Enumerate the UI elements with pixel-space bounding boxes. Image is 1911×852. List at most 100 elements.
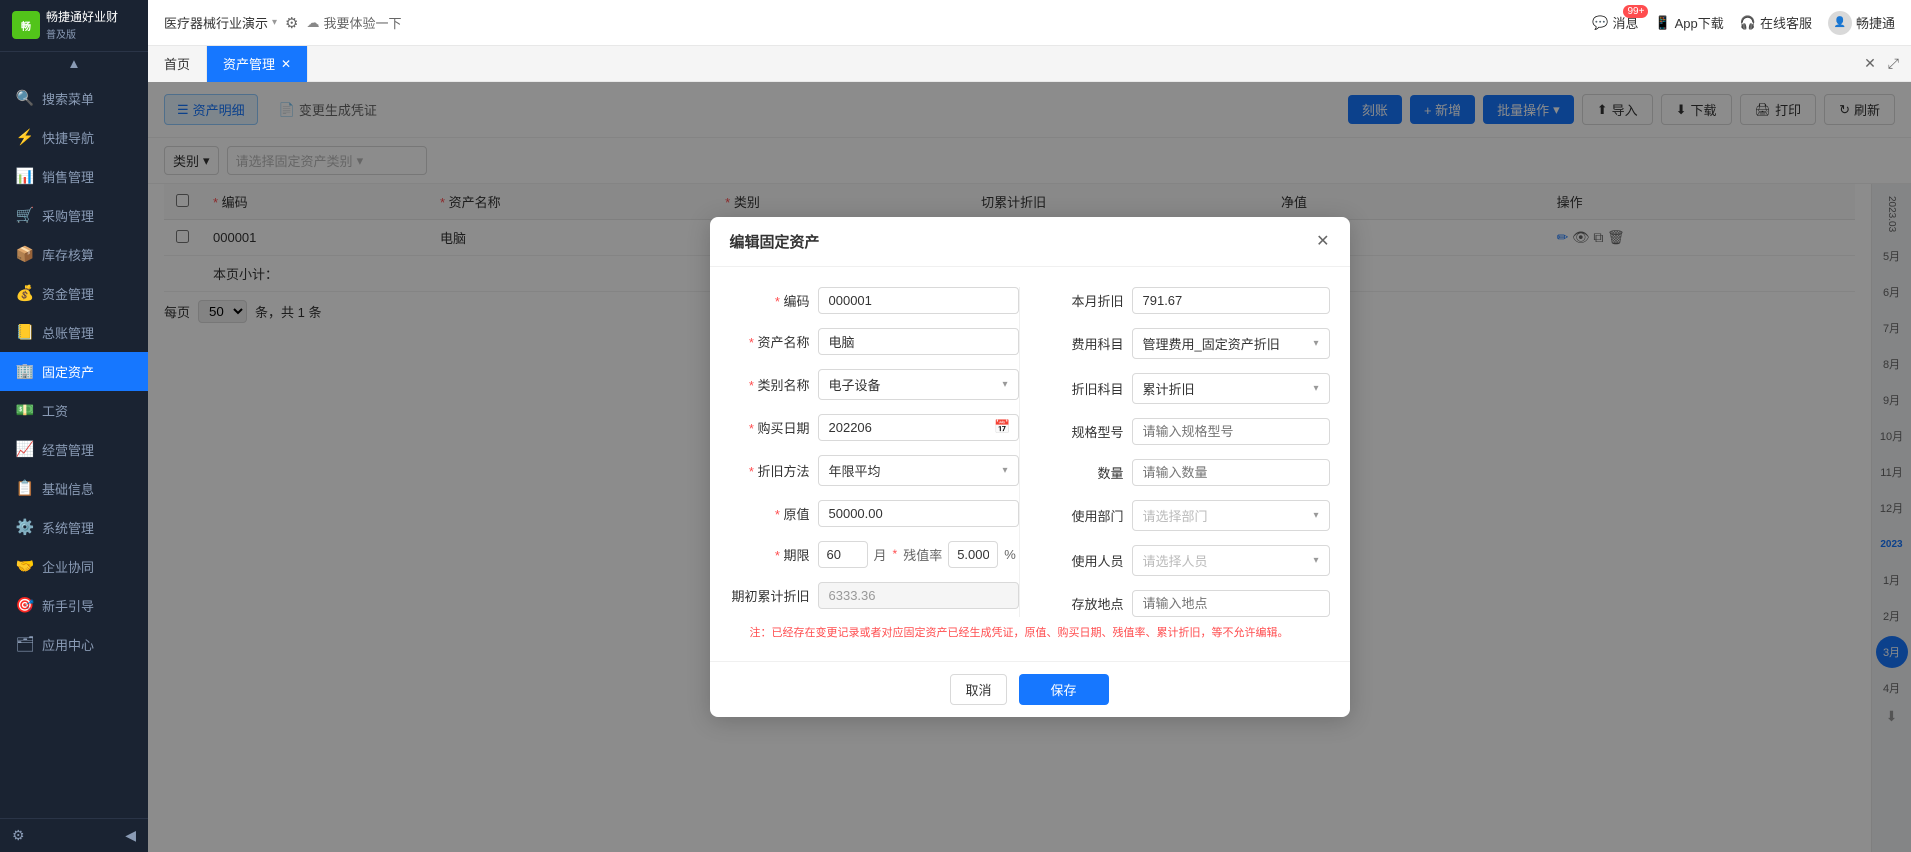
tab-asset-management[interactable]: 资产管理 ✕ bbox=[207, 46, 308, 82]
avatar: 👤 bbox=[1828, 11, 1852, 35]
sidebar-item-enterprise[interactable]: 🤝企业协同 bbox=[0, 547, 148, 586]
initial-depreciation-input bbox=[818, 582, 1019, 609]
spec-input[interactable] bbox=[1132, 418, 1330, 445]
residual-rate-input[interactable] bbox=[948, 541, 998, 568]
basic-info-icon: 📋 bbox=[16, 479, 34, 497]
company-selector[interactable]: 医疗器械行业演示 ▾ bbox=[164, 13, 277, 32]
sidebar-item-sales[interactable]: 📊 销售管理 bbox=[0, 157, 148, 196]
user-person-label: 使用人员 bbox=[1044, 551, 1124, 570]
online-service-btn[interactable]: 🎧 在线客服 bbox=[1740, 13, 1812, 32]
sidebar-item-operations[interactable]: 📈经营管理 bbox=[0, 430, 148, 469]
sidebar-item-fixed-assets[interactable]: 🏢 固定资产 bbox=[0, 352, 148, 391]
quantity-label: 数量 bbox=[1044, 463, 1124, 482]
operations-icon: 📈 bbox=[16, 440, 34, 458]
user-chevron-icon: ▾ bbox=[1313, 555, 1318, 566]
sidebar-item-payroll[interactable]: 💵工资 bbox=[0, 391, 148, 430]
original-value-input[interactable] bbox=[818, 500, 1019, 527]
sidebar-item-guide[interactable]: 🎯新手引导 bbox=[0, 586, 148, 625]
form-right-col: 本月折旧 费用科目 管理费用_固定资产折旧 ▾ bbox=[1019, 287, 1330, 617]
form-row-depreciation-method: 折旧方法 年限平均 ▾ bbox=[730, 455, 1019, 486]
sidebar-item-label: 工资 bbox=[42, 401, 68, 420]
online-service-label: 在线客服 bbox=[1760, 13, 1812, 32]
notification-btn[interactable]: 💬 消息 99+ bbox=[1592, 13, 1638, 32]
location-label: 存放地点 bbox=[1044, 594, 1124, 613]
dept-select[interactable]: 请选择部门 ▾ bbox=[1132, 500, 1330, 531]
asset-name-input[interactable] bbox=[818, 328, 1019, 355]
sidebar-item-quick-nav[interactable]: ⚡快捷导航 bbox=[0, 118, 148, 157]
sidebar-item-search[interactable]: 🔍搜索菜单 bbox=[0, 79, 148, 118]
quantity-input[interactable] bbox=[1132, 459, 1330, 486]
logo-title: 畅捷通好业财 bbox=[46, 10, 118, 26]
experience-btn[interactable]: ☁ 我要体验一下 bbox=[307, 13, 402, 32]
sidebar-item-inventory[interactable]: 📦库存核算 bbox=[0, 235, 148, 274]
logo-edition: 普及版 bbox=[46, 26, 118, 41]
save-button[interactable]: 保存 bbox=[1019, 674, 1109, 705]
user-person-select[interactable]: 请选择人员 ▾ bbox=[1132, 545, 1330, 576]
collapse-btn[interactable]: ◀ bbox=[125, 827, 136, 844]
category-select[interactable]: 电子设备 ▾ bbox=[818, 369, 1019, 400]
depreciation-method-select[interactable]: 年限平均 ▾ bbox=[818, 455, 1019, 486]
form-row-dep-subject: 折旧科目 累计折旧 ▾ bbox=[1044, 373, 1330, 404]
tab-close-window-btn[interactable]: ✕ bbox=[1860, 51, 1880, 76]
tab-close-btn[interactable]: ✕ bbox=[281, 57, 291, 71]
app-download-label: App下载 bbox=[1675, 13, 1724, 32]
form-row-user-person: 使用人员 请选择人员 ▾ bbox=[1044, 545, 1330, 576]
residual-rate-label: 残值率 bbox=[903, 545, 942, 564]
dep-subject-chevron-icon: ▾ bbox=[1313, 383, 1318, 394]
search-icon: 🔍 bbox=[16, 89, 34, 107]
sidebar-item-label: 总账管理 bbox=[42, 323, 94, 342]
tab-home[interactable]: 首页 bbox=[148, 46, 207, 82]
category-value: 电子设备 bbox=[829, 375, 881, 394]
tab-expand-btn[interactable]: ⤢ bbox=[1884, 51, 1903, 76]
sidebar-item-basic-info[interactable]: 📋基础信息 bbox=[0, 469, 148, 508]
sidebar-item-purchase[interactable]: 🛒采购管理 bbox=[0, 196, 148, 235]
form-row-initial-depreciation: 期初累计折旧 bbox=[730, 582, 1019, 609]
purchase-date-input[interactable] bbox=[818, 414, 1019, 441]
main-area: 医疗器械行业演示 ▾ ⚙ ☁ 我要体验一下 💬 消息 99+ 📱 App下载 🎧… bbox=[148, 0, 1911, 852]
form-grid: 编码 资产名称 类别名称 bbox=[730, 287, 1330, 617]
form-row-purchase-date: 购买日期 📅 bbox=[730, 414, 1019, 441]
depreciation-method-label: 折旧方法 bbox=[730, 461, 810, 480]
form-row-original-value: 原值 bbox=[730, 500, 1019, 527]
dep-subject-select[interactable]: 累计折旧 ▾ bbox=[1132, 373, 1330, 404]
location-input[interactable] bbox=[1132, 590, 1330, 617]
form-row-period: 期限 月 * 残值率 % bbox=[730, 541, 1019, 568]
topbar-settings-btn[interactable]: ⚙ bbox=[285, 14, 298, 32]
sidebar-footer: ⚙ ◀ bbox=[0, 818, 148, 852]
dep-subject-label: 折旧科目 bbox=[1044, 379, 1124, 398]
app-download-btn[interactable]: 📱 App下载 bbox=[1654, 13, 1723, 32]
sidebar-scroll-up[interactable]: ▲ bbox=[0, 52, 148, 75]
modal-overlay: 编辑固定资产 ✕ 编码 bbox=[148, 82, 1911, 852]
modal-close-btn[interactable]: ✕ bbox=[1316, 231, 1329, 251]
sales-icon: 📊 bbox=[16, 167, 34, 185]
sidebar-item-app-center[interactable]: 🗂应用中心 bbox=[0, 625, 148, 664]
dept-placeholder: 请选择部门 bbox=[1143, 506, 1208, 525]
sidebar-item-label: 固定资产 bbox=[42, 362, 94, 381]
sidebar-item-label: 采购管理 bbox=[42, 206, 94, 225]
cloud-icon: ☁ bbox=[307, 15, 320, 31]
app-center-icon: 🗂 bbox=[16, 635, 34, 653]
code-label: 编码 bbox=[730, 291, 810, 310]
category-label: 类别名称 bbox=[730, 375, 810, 394]
fixed-assets-icon: 🏢 bbox=[16, 362, 34, 380]
sidebar-item-label: 销售管理 bbox=[42, 167, 94, 186]
inventory-icon: 📦 bbox=[16, 245, 34, 263]
expense-subject-value: 管理费用_固定资产折旧 bbox=[1143, 334, 1280, 353]
sidebar-item-finance[interactable]: 💰资金管理 bbox=[0, 274, 148, 313]
code-input[interactable] bbox=[818, 287, 1019, 314]
sidebar-header: 畅 畅捷通好业财 普及版 bbox=[0, 0, 148, 52]
expense-subject-select[interactable]: 管理费用_固定资产折旧 ▾ bbox=[1132, 328, 1330, 359]
user-name: 畅捷通 bbox=[1856, 13, 1895, 32]
sidebar-item-system[interactable]: ⚙️系统管理 bbox=[0, 508, 148, 547]
sidebar-item-ledger[interactable]: 📒总账管理 bbox=[0, 313, 148, 352]
monthly-dep-input[interactable] bbox=[1132, 287, 1330, 314]
modal-title: 编辑固定资产 bbox=[730, 231, 820, 252]
depreciation-method-value: 年限平均 bbox=[829, 461, 881, 480]
user-profile-btn[interactable]: 👤 畅捷通 bbox=[1828, 11, 1895, 35]
period-value-input[interactable] bbox=[818, 541, 868, 568]
cancel-button[interactable]: 取消 bbox=[950, 674, 1006, 705]
sidebar-item-label: 企业协同 bbox=[42, 557, 94, 576]
settings-footer-btn[interactable]: ⚙ bbox=[12, 827, 25, 844]
dept-label: 使用部门 bbox=[1044, 506, 1124, 525]
guide-icon: 🎯 bbox=[16, 596, 34, 614]
